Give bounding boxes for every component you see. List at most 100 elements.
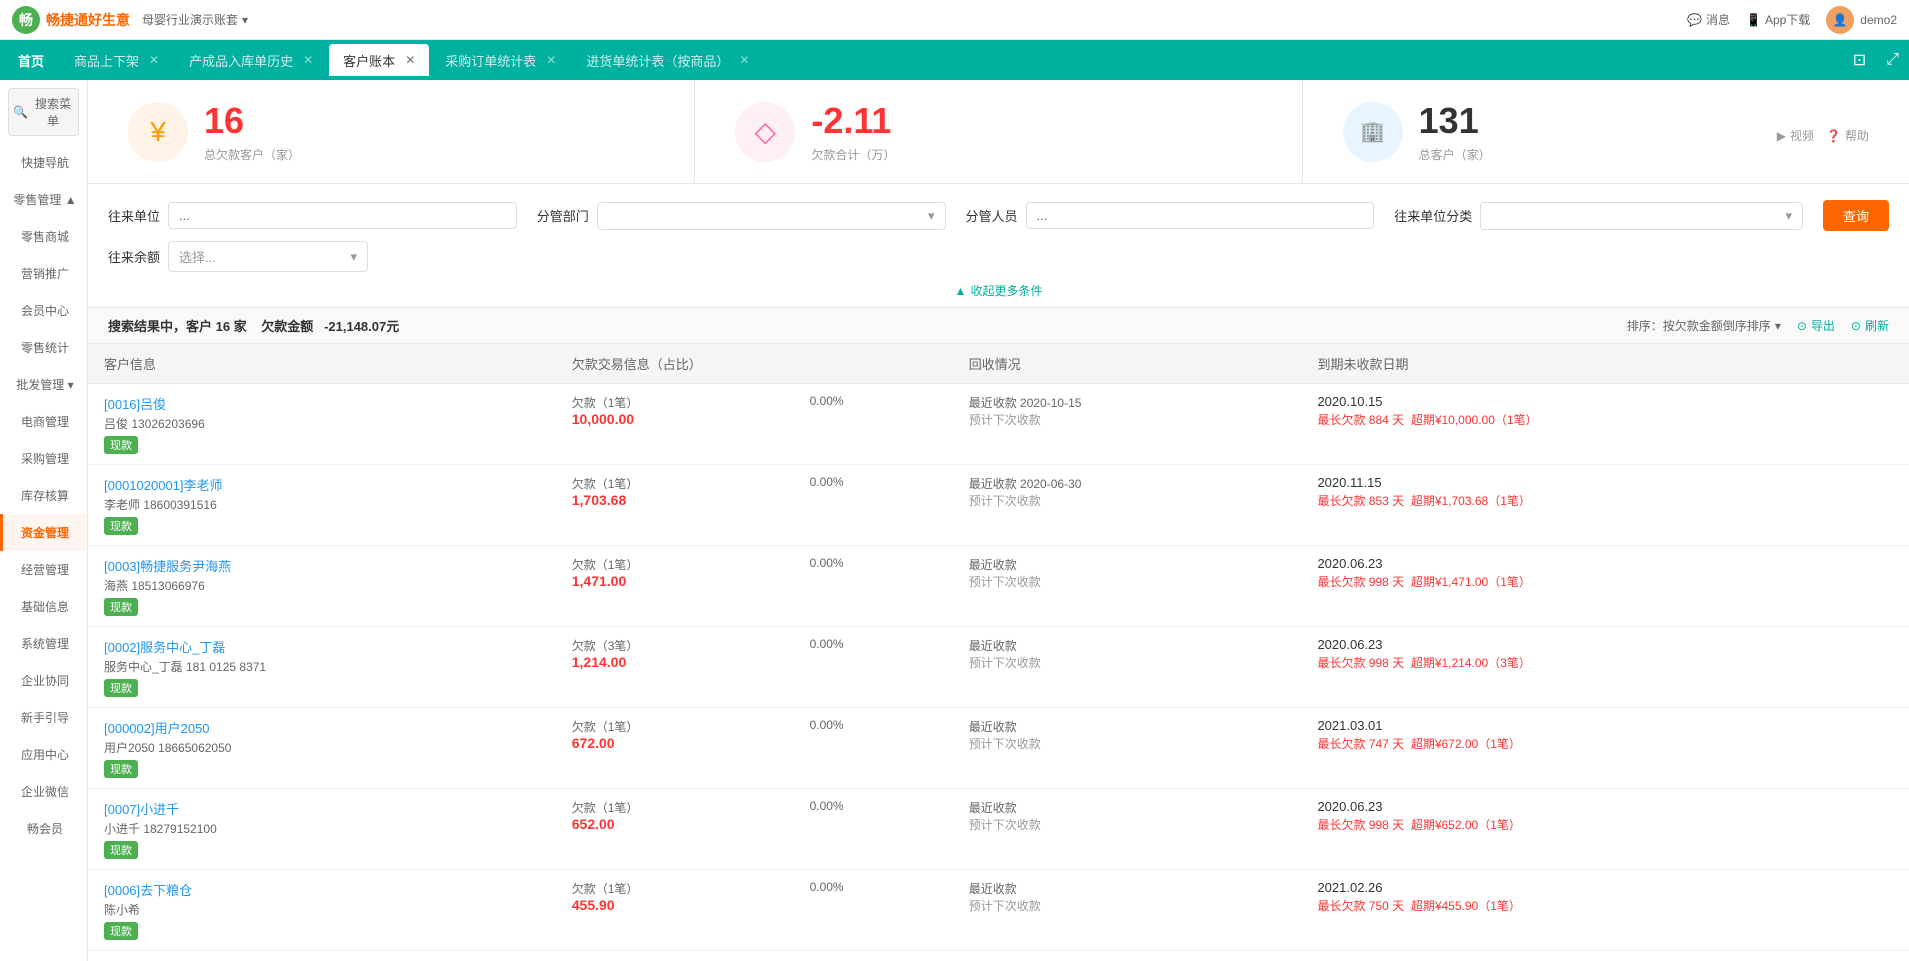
due-date-3: 2020.06.23 xyxy=(1317,637,1893,652)
tab-product-history[interactable]: 产成品入库单历史 ✕ xyxy=(175,44,327,76)
store-label: 母婴行业演示账套 xyxy=(142,11,238,28)
tab-restore-btn[interactable]: ⊡ xyxy=(1847,50,1872,70)
sidebar-item-marketing[interactable]: 营销推广 xyxy=(0,255,87,292)
store-selector[interactable]: 母婴行业演示账套 ▾ xyxy=(142,11,248,28)
overdue-link-4[interactable]: 超期¥672.00（1笔） xyxy=(1411,737,1521,751)
sidebar-item-retail-mgmt[interactable]: 零售管理 ▲ xyxy=(0,181,87,218)
td-customer-5: [0007]小进千 小进千 18279152100 现款 xyxy=(88,789,556,870)
tab-product-history-close[interactable]: ✕ xyxy=(303,53,313,67)
debt-amount-4[interactable]: 672.00 xyxy=(572,735,778,751)
td-customer-6: [0006]去下粮仓 陈小希 现款 xyxy=(88,870,556,951)
export-btn[interactable]: ⊙ 导出 xyxy=(1797,317,1835,334)
sidebar-item-app-center[interactable]: 应用中心 xyxy=(0,736,87,773)
tab-purchase-order-close[interactable]: ✕ xyxy=(546,53,556,67)
filter-input-person[interactable]: ... xyxy=(1026,202,1375,229)
table-body: [0016]吕俊 吕俊 13026203696 现款 欠款（1笔） 10,000… xyxy=(88,384,1909,961)
table-row: [0001020001]李老师 李老师 18600391516 现款 欠款（1笔… xyxy=(88,465,1909,546)
td-due-6: 2021.02.26 最长欠款 750 天 超期¥455.90（1笔） xyxy=(1301,870,1909,951)
filter-input-customer[interactable]: ... xyxy=(168,202,517,229)
debt-amount-6[interactable]: 455.90 xyxy=(572,897,778,913)
sidebar-item-business[interactable]: 经营管理 xyxy=(0,551,87,588)
collapse-btn[interactable]: ▲ 收起更多条件 xyxy=(955,282,1043,299)
td-due-3: 2020.06.23 最长欠款 998 天 超期¥1,214.00（3笔） xyxy=(1301,627,1909,708)
user-avatar-area[interactable]: 👤 demo2 xyxy=(1826,6,1897,34)
sidebar-item-basic-info[interactable]: 基础信息 xyxy=(0,588,87,625)
overdue-link-1[interactable]: 超期¥1,703.68（1笔） xyxy=(1411,494,1531,508)
stat-info-debt: 16 总欠款客户（家） xyxy=(204,100,300,163)
table-row: [0007]小进千 小进千 18279152100 现款 欠款（1笔） 652.… xyxy=(88,789,1909,870)
overdue-link-6[interactable]: 超期¥455.90（1笔） xyxy=(1411,899,1521,913)
top-bar-left: 畅 畅捷通好生意 母婴行业演示账套 ▾ xyxy=(12,6,248,34)
stat-label-total-debt: 欠款合计（万） xyxy=(811,146,895,163)
tab-purchase-order[interactable]: 采购订单统计表 ✕ xyxy=(431,44,570,76)
tab-purchase-stats-close[interactable]: ✕ xyxy=(739,53,749,67)
app-download-btn[interactable]: 📱 App下载 xyxy=(1746,11,1810,28)
customer-name-4[interactable]: [000002]用户2050 xyxy=(104,718,540,737)
customer-name-2[interactable]: [0003]畅捷服务尹海燕 xyxy=(104,556,540,575)
filter-select-category[interactable]: ▾ xyxy=(1480,202,1803,230)
help-label: 帮助 xyxy=(1845,127,1869,144)
tab-customer-account[interactable]: 客户账本 ✕ xyxy=(329,44,429,76)
sort-selector[interactable]: 排序：按欠款金额倒序排序 ▾ xyxy=(1627,317,1781,334)
search-button[interactable]: 查询 xyxy=(1823,200,1889,231)
result-text: 搜索结果中，客户 xyxy=(108,319,212,334)
overdue-link-0[interactable]: 超期¥10,000.00（1笔） xyxy=(1411,413,1538,427)
customer-name-1[interactable]: [0001020001]李老师 xyxy=(104,475,540,494)
table-row: [0016]吕俊 吕俊 13026203696 现款 欠款（1笔） 10,000… xyxy=(88,384,1909,465)
sidebar-item-vip[interactable]: 畅会员 xyxy=(0,810,87,847)
overdue-link-2[interactable]: 超期¥1,471.00（1笔） xyxy=(1411,575,1531,589)
debt-amount-3[interactable]: 1,214.00 xyxy=(572,654,778,670)
sidebar-item-system[interactable]: 系统管理 xyxy=(0,625,87,662)
overdue-link-3[interactable]: 超期¥1,214.00（3笔） xyxy=(1411,656,1531,670)
overdue-info-0: 最长欠款 884 天 超期¥10,000.00（1笔） xyxy=(1317,411,1893,428)
sidebar-item-batch-mgmt[interactable]: 批发管理 ▾ xyxy=(0,366,87,403)
sidebar-item-finance[interactable]: 资金管理 xyxy=(0,514,87,551)
sidebar-item-retail-mgmt-label: 零售管理 xyxy=(13,193,61,207)
customer-name-3[interactable]: [0002]服务中心_丁磊 xyxy=(104,637,540,656)
sidebar-item-newbie[interactable]: 新手引导 xyxy=(0,699,87,736)
td-debt-count-3: 欠款（3笔） 1,214.00 xyxy=(556,627,794,708)
tab-product-off-close[interactable]: ✕ xyxy=(149,53,159,67)
overdue-link-5[interactable]: 超期¥652.00（1笔） xyxy=(1411,818,1521,832)
stat-info-total-customers: 131 总客户（家） xyxy=(1419,100,1491,163)
due-date-1: 2020.11.15 xyxy=(1317,475,1893,490)
sidebar-item-member[interactable]: 会员中心 xyxy=(0,292,87,329)
customer-name-6[interactable]: [0006]去下粮仓 xyxy=(104,880,540,899)
message-btn[interactable]: 💬 消息 xyxy=(1687,11,1730,28)
tab-customer-account-close[interactable]: ✕ xyxy=(405,53,415,67)
debt-amount-2[interactable]: 1,471.00 xyxy=(572,573,778,589)
debt-count-1: 欠款（1笔） xyxy=(572,475,778,492)
help-btn[interactable]: ❓ 帮助 xyxy=(1826,127,1869,144)
filter-select-balance[interactable]: 选择... ▾ xyxy=(168,241,368,272)
tab-product-off[interactable]: 商品上下架 ✕ xyxy=(60,44,173,76)
debt-amount-5[interactable]: 652.00 xyxy=(572,816,778,832)
filter-input-customer-placeholder: ... xyxy=(179,208,190,223)
customer-contact-4: 用户2050 18665062050 xyxy=(104,739,540,756)
tab-home[interactable]: 首页 xyxy=(4,44,58,76)
sidebar-item-retail-stats[interactable]: 零售统计 xyxy=(0,329,87,366)
filter-label-category: 往来单位分类 xyxy=(1394,206,1472,225)
logo-icon: 畅 xyxy=(12,6,40,34)
refresh-btn[interactable]: ⊙ 刷新 xyxy=(1851,317,1889,334)
sidebar-item-wecom[interactable]: 企业微信 xyxy=(0,773,87,810)
debt-amount-1[interactable]: 1,703.68 xyxy=(572,492,778,508)
sidebar-item-enterprise[interactable]: 企业协同 xyxy=(0,662,87,699)
sidebar-item-inventory[interactable]: 库存核算 xyxy=(0,477,87,514)
table-row: [000001]黄思源 黄思源 13552700226 现款 欠款（1笔） 42… xyxy=(88,951,1909,961)
sidebar-item-retail-mall[interactable]: 零售商城 xyxy=(0,218,87,255)
overdue-info-1: 最长欠款 853 天 超期¥1,703.68（1笔） xyxy=(1317,492,1893,509)
customer-name-0[interactable]: [0016]吕俊 xyxy=(104,394,540,413)
sidebar-item-purchase[interactable]: 采购管理 xyxy=(0,440,87,477)
customer-tag-6: 现款 xyxy=(104,922,138,940)
customer-name-5[interactable]: [0007]小进千 xyxy=(104,799,540,818)
tab-maximize-btn[interactable]: ⤢ xyxy=(1880,51,1905,69)
search-menu-btn[interactable]: 🔍 搜索菜单 xyxy=(8,88,79,136)
customer-contact-2: 海燕 18513066976 xyxy=(104,577,540,594)
collapse-label: 收起更多条件 xyxy=(970,282,1042,299)
video-btn[interactable]: ▶ 视频 xyxy=(1777,127,1814,144)
filter-select-dept[interactable]: ▾ xyxy=(597,202,946,230)
tab-purchase-stats[interactable]: 进货单统计表（按商品） ✕ xyxy=(572,44,763,76)
debt-amount-0[interactable]: 10,000.00 xyxy=(572,411,778,427)
sidebar-item-ecommerce[interactable]: 电商管理 xyxy=(0,403,87,440)
sidebar-item-quick-nav[interactable]: 快捷导航 xyxy=(0,144,87,181)
